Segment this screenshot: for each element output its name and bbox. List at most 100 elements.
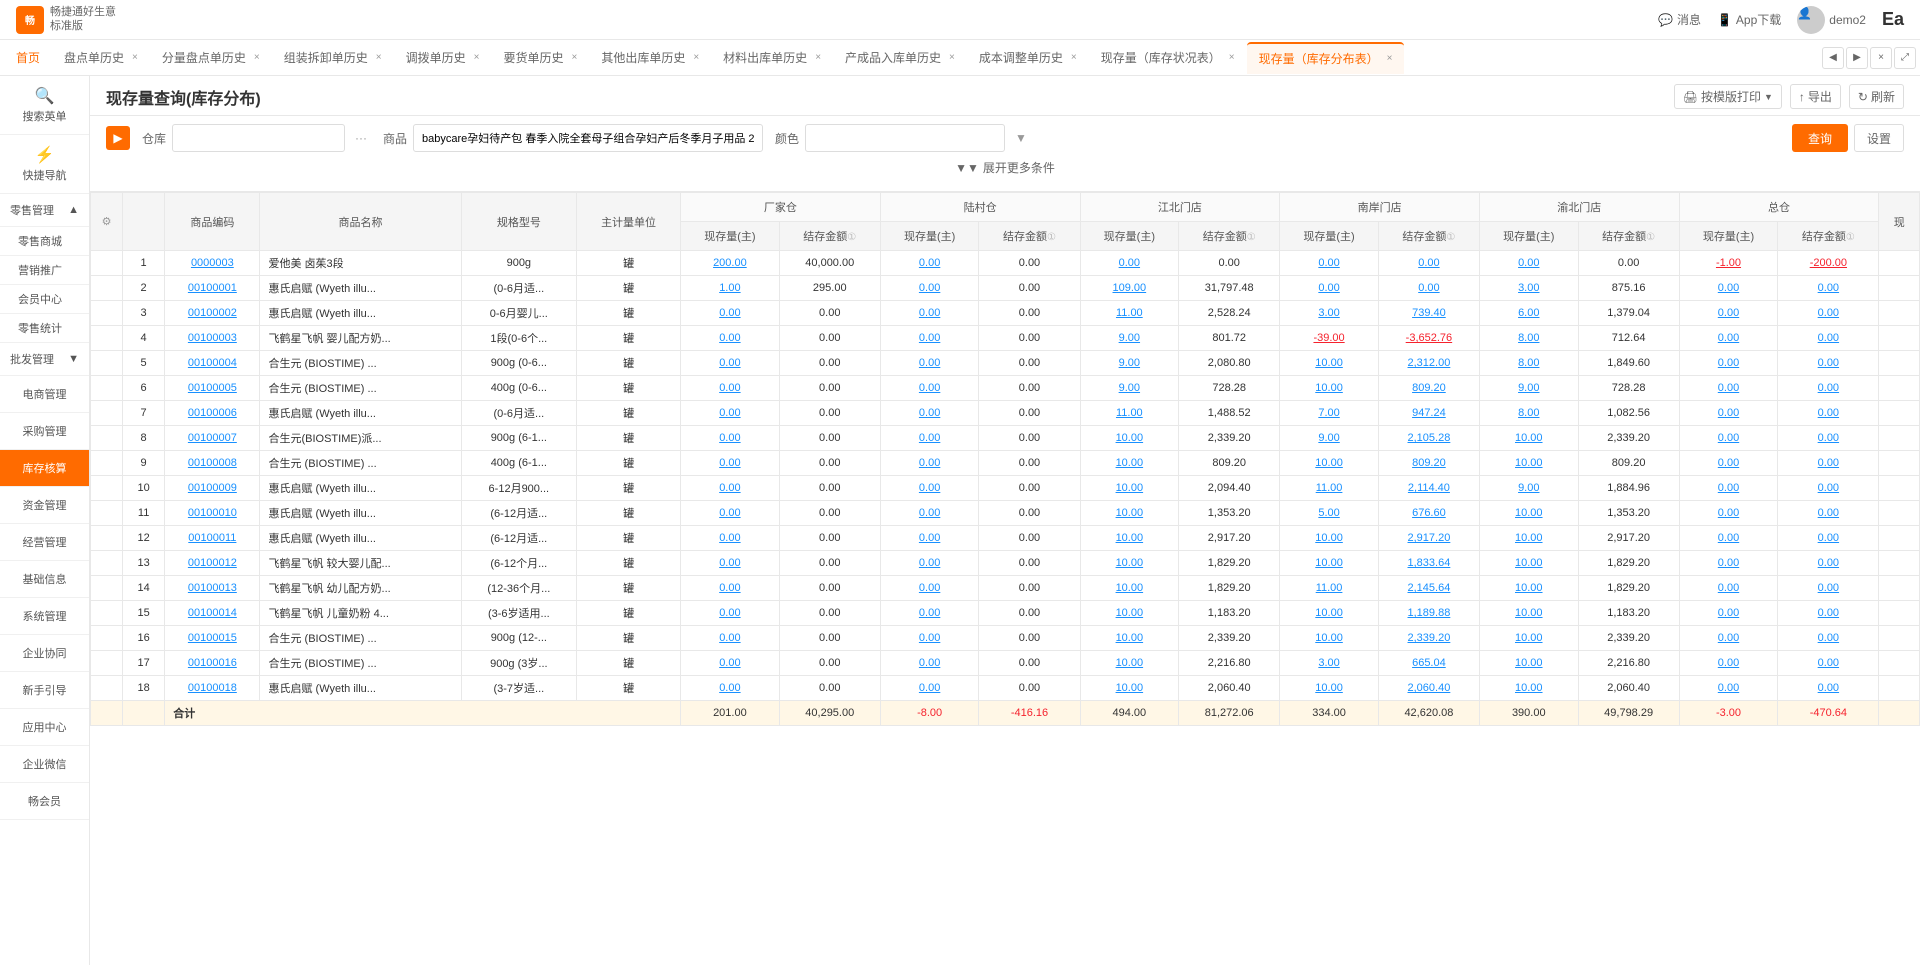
tab-transfer[interactable]: 调拨单历史 × xyxy=(394,42,492,74)
cell-yubei-qty[interactable]: 10.00 xyxy=(1479,551,1578,576)
cell-factory-qty[interactable]: 1.00 xyxy=(681,276,780,301)
close-tab-material-out[interactable]: × xyxy=(815,52,821,63)
cell-nanan-qty[interactable]: 10.00 xyxy=(1280,551,1379,576)
close-tab-stock-dist[interactable]: × xyxy=(1387,53,1393,64)
cell-lucun-qty[interactable]: 0.00 xyxy=(880,526,979,551)
cell-lucun-qty[interactable]: 0.00 xyxy=(880,401,979,426)
product-input[interactable] xyxy=(413,124,763,152)
tab-product-in[interactable]: 产成品入库单历史 × xyxy=(833,42,967,74)
filter-expand-arrow[interactable]: ▶ xyxy=(106,126,130,150)
cell-factory-qty[interactable]: 0.00 xyxy=(681,401,780,426)
app-download-btn[interactable]: 📱 App下载 xyxy=(1717,11,1781,28)
cell-factory-qty[interactable]: 0.00 xyxy=(681,626,780,651)
cell-code[interactable]: 0000003 xyxy=(165,251,260,276)
cell-jiangbei-qty[interactable]: 10.00 xyxy=(1080,451,1179,476)
cell-yubei-qty[interactable]: 8.00 xyxy=(1479,401,1578,426)
cell-jiangbei-qty[interactable]: 0.00 xyxy=(1080,251,1179,276)
sidebar-item-system[interactable]: 系统管理 xyxy=(0,598,89,635)
sidebar-item-purchase[interactable]: 采购管理 xyxy=(0,413,89,450)
close-tab-other-out[interactable]: × xyxy=(693,52,699,63)
cell-lucun-qty[interactable]: 0.00 xyxy=(880,601,979,626)
cell-lucun-qty[interactable]: 0.00 xyxy=(880,301,979,326)
cell-nanan-qty[interactable]: 11.00 xyxy=(1280,576,1379,601)
cell-nanan-qty[interactable]: 10.00 xyxy=(1280,526,1379,551)
cell-jiangbei-qty[interactable]: 11.00 xyxy=(1080,301,1179,326)
cell-factory-qty[interactable]: 0.00 xyxy=(681,676,780,701)
cell-nanan-qty[interactable]: 0.00 xyxy=(1280,251,1379,276)
cell-factory-qty[interactable]: 0.00 xyxy=(681,476,780,501)
close-tab-purchase-order[interactable]: × xyxy=(571,52,577,63)
tab-stock-dist[interactable]: 现存量（库存分布表） × xyxy=(1247,42,1405,74)
cell-jiangbei-qty[interactable]: 10.00 xyxy=(1080,676,1179,701)
cell-code[interactable]: 00100018 xyxy=(165,676,260,701)
cell-code[interactable]: 00100013 xyxy=(165,576,260,601)
expand-conditions-btn[interactable]: ▼▼ 展开更多条件 xyxy=(947,156,1063,179)
sidebar-item-inventory[interactable]: 库存核算 xyxy=(0,450,89,487)
sidebar-item-guide[interactable]: 新手引导 xyxy=(0,672,89,709)
cell-nanan-qty[interactable]: 10.00 xyxy=(1280,601,1379,626)
cell-yubei-qty[interactable]: 0.00 xyxy=(1479,251,1578,276)
table-container[interactable]: ⚙ 商品编码 商品名称 规格型号 主计量单位 厂家仓 陆村仓 江北门店 南岸门店… xyxy=(90,192,1920,965)
cell-jiangbei-qty[interactable]: 10.00 xyxy=(1080,576,1179,601)
sidebar-item-enterprise[interactable]: 企业协同 xyxy=(0,635,89,672)
cell-yubei-qty[interactable]: 6.00 xyxy=(1479,301,1578,326)
sidebar-item-wechat[interactable]: 企业微信 xyxy=(0,746,89,783)
cell-yubei-qty[interactable]: 10.00 xyxy=(1479,501,1578,526)
tab-combo[interactable]: 组装拆卸单历史 × xyxy=(272,42,394,74)
cell-factory-qty[interactable]: 200.00 xyxy=(681,251,780,276)
cell-factory-qty[interactable]: 0.00 xyxy=(681,376,780,401)
cell-lucun-qty[interactable]: 0.00 xyxy=(880,376,979,401)
cell-code[interactable]: 00100010 xyxy=(165,501,260,526)
close-tab-transfer[interactable]: × xyxy=(474,52,480,63)
cell-yubei-qty[interactable]: 9.00 xyxy=(1479,476,1578,501)
cell-nanan-qty[interactable]: 10.00 xyxy=(1280,451,1379,476)
cell-jiangbei-qty[interactable]: 10.00 xyxy=(1080,476,1179,501)
cell-total-qty[interactable]: 0.00 xyxy=(1679,326,1778,351)
cell-total-qty[interactable]: 0.00 xyxy=(1679,551,1778,576)
sidebar-item-apps[interactable]: 应用中心 xyxy=(0,709,89,746)
cell-code[interactable]: 00100009 xyxy=(165,476,260,501)
cell-total-qty[interactable]: -1.00 xyxy=(1679,251,1778,276)
cell-nanan-qty[interactable]: 10.00 xyxy=(1280,626,1379,651)
cell-total-qty[interactable]: 0.00 xyxy=(1679,276,1778,301)
info-icon-1[interactable]: ① xyxy=(847,232,856,243)
cell-jiangbei-qty[interactable]: 9.00 xyxy=(1080,351,1179,376)
cell-jiangbei-qty[interactable]: 10.00 xyxy=(1080,426,1179,451)
tab-branch-inventory[interactable]: 分量盘点单历史 × xyxy=(150,42,272,74)
btn-print[interactable]: 🖨 按模版打印 ▼ xyxy=(1674,84,1782,109)
cell-nanan-qty[interactable]: 11.00 xyxy=(1280,476,1379,501)
cell-code[interactable]: 00100015 xyxy=(165,626,260,651)
close-tab-stock-status[interactable]: × xyxy=(1229,52,1235,63)
btn-refresh[interactable]: ↻ 刷新 xyxy=(1849,84,1904,109)
cell-yubei-qty[interactable]: 10.00 xyxy=(1479,451,1578,476)
cell-code[interactable]: 00100016 xyxy=(165,651,260,676)
cell-total-qty[interactable]: 0.00 xyxy=(1679,676,1778,701)
nav-prev[interactable]: ◀ xyxy=(1822,47,1844,69)
cell-code[interactable]: 00100014 xyxy=(165,601,260,626)
cell-factory-qty[interactable]: 0.00 xyxy=(681,451,780,476)
tab-material-out[interactable]: 材料出库单历史 × xyxy=(711,42,833,74)
cell-lucun-qty[interactable]: 0.00 xyxy=(880,326,979,351)
sidebar-item-shortcut[interactable]: ⚡ 快捷导航 xyxy=(0,135,89,194)
cell-lucun-qty[interactable]: 0.00 xyxy=(880,551,979,576)
cell-jiangbei-qty[interactable]: 11.00 xyxy=(1080,401,1179,426)
warehouse-more-btn[interactable]: ··· xyxy=(351,131,371,145)
cell-code[interactable]: 00100011 xyxy=(165,526,260,551)
cell-nanan-qty[interactable]: 9.00 xyxy=(1280,426,1379,451)
info-icon-6[interactable]: ① xyxy=(1846,232,1855,243)
cell-factory-qty[interactable]: 0.00 xyxy=(681,551,780,576)
close-tab-combo[interactable]: × xyxy=(376,52,382,63)
cell-yubei-qty[interactable]: 3.00 xyxy=(1479,276,1578,301)
btn-export[interactable]: ↑ 导出 xyxy=(1790,84,1841,109)
cell-nanan-qty[interactable]: 0.00 xyxy=(1280,276,1379,301)
nav-expand[interactable]: ⤢ xyxy=(1894,47,1916,69)
sidebar-item-wholesale[interactable]: 批发管理▼ xyxy=(0,343,89,376)
cell-jiangbei-qty[interactable]: 109.00 xyxy=(1080,276,1179,301)
cell-factory-qty[interactable]: 0.00 xyxy=(681,326,780,351)
cell-yubei-qty[interactable]: 9.00 xyxy=(1479,376,1578,401)
cell-lucun-qty[interactable]: 0.00 xyxy=(880,651,979,676)
info-icon-2[interactable]: ① xyxy=(1047,232,1056,243)
cell-factory-qty[interactable]: 0.00 xyxy=(681,426,780,451)
sidebar-item-member[interactable]: 会员中心 xyxy=(0,285,89,314)
cell-code[interactable]: 00100006 xyxy=(165,401,260,426)
